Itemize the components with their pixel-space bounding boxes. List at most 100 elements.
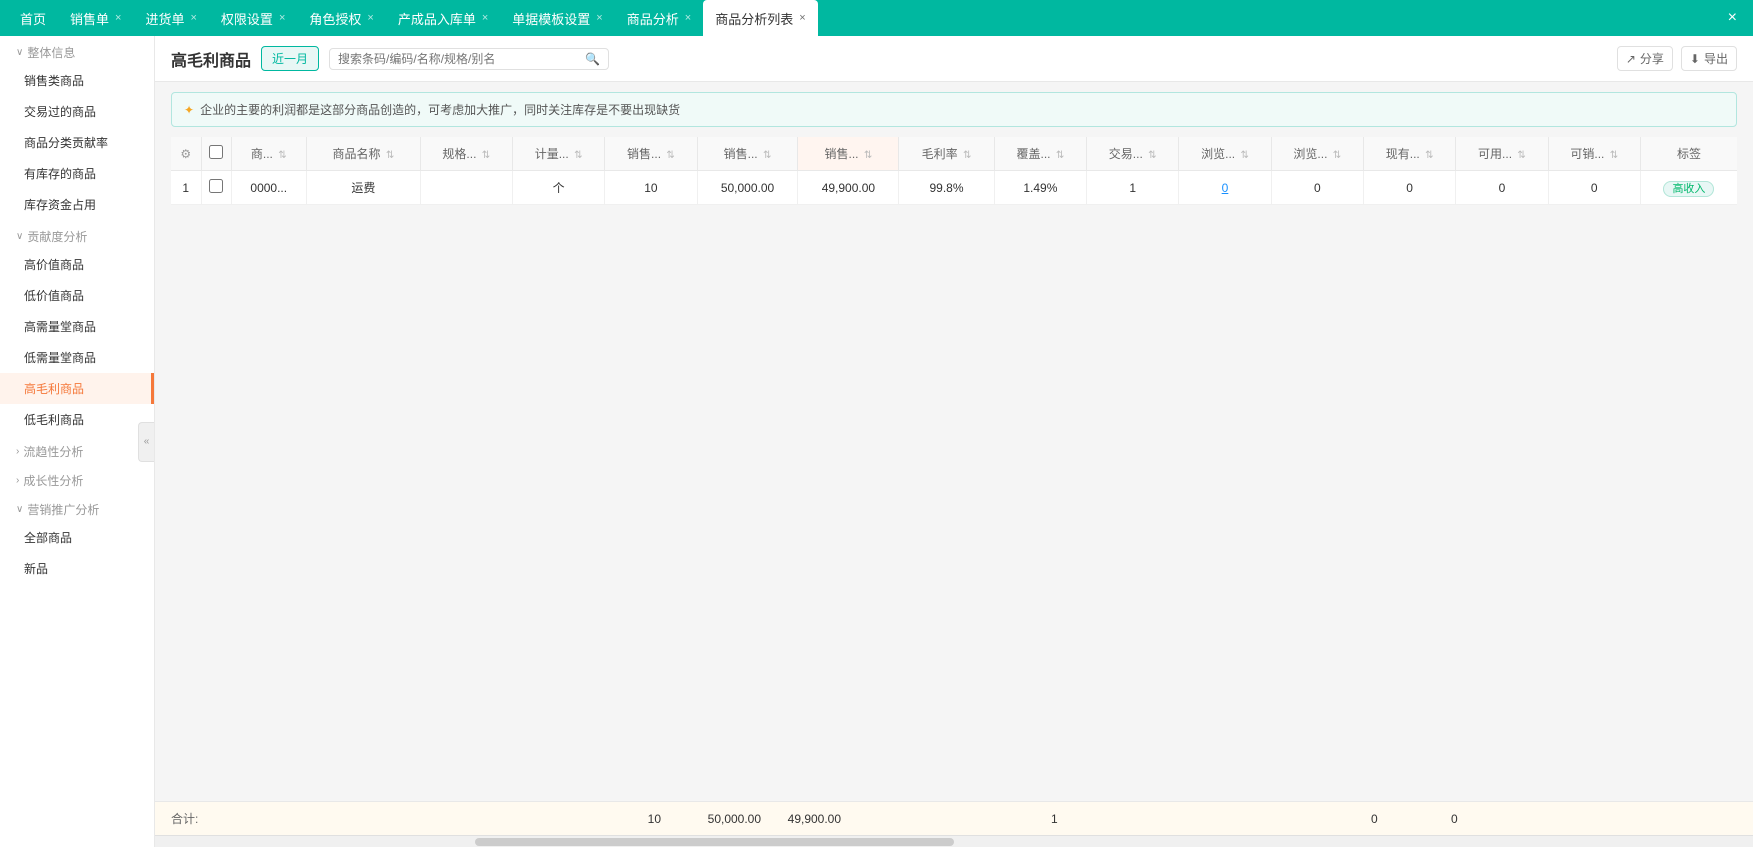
sort-icon-gross-margin: ⇅ [963,150,971,161]
row-transaction: 1 [1087,171,1179,205]
col-gross-margin[interactable]: 毛利率 ⇅ [899,137,994,171]
footer-available: 0 [1334,812,1414,826]
row-browse2: 0 [1271,171,1363,205]
scrollbar-thumb[interactable] [475,838,954,846]
col-sellable[interactable]: 可销... ⇅ [1548,137,1640,171]
sort-icon-current-stock: ⇅ [1425,150,1433,161]
col-sales-qty[interactable]: 销售... ⇅ [605,137,697,171]
col-browse1[interactable]: 浏览... ⇅ [1179,137,1271,171]
share-icon: ↗ [1626,52,1636,66]
sort-icon-browse1: ⇅ [1240,150,1248,161]
col-available[interactable]: 可用... ⇅ [1456,137,1548,171]
sidebar-item-traded-goods[interactable]: 交易过的商品 [0,96,154,127]
footer-label: 合计: [171,810,214,827]
sidebar-collapse-button[interactable]: « [138,422,154,462]
row-gross-margin: 99.8% [899,171,994,205]
sidebar-item-high-value[interactable]: 高价值商品 [0,249,154,280]
export-button[interactable]: ⬇ 导出 [1681,46,1737,71]
col-unit[interactable]: 计量... ⇅ [512,137,604,171]
col-browse2[interactable]: 浏览... ⇅ [1271,137,1363,171]
window-close-button[interactable]: × [1720,9,1745,27]
sidebar-item-low-demand[interactable]: 低需量堂商品 [0,342,154,373]
col-code[interactable]: 商... ⇅ [231,137,307,171]
nav-warehouse[interactable]: 产成品入库单 × [386,0,500,36]
nav-permission[interactable]: 权限设置 × [209,0,297,36]
footer-sellable: 0 [1414,812,1494,826]
search-icon[interactable]: 🔍 [585,52,600,66]
col-spec[interactable]: 规格... ⇅ [420,137,512,171]
sidebar-item-goods-contribution[interactable]: 商品分类贡献率 [0,127,154,158]
row-browse1[interactable]: 0 [1179,171,1271,205]
sidebar-group-trend[interactable]: › 流趋性分析 [0,435,154,464]
col-transaction[interactable]: 交易... ⇅ [1087,137,1179,171]
row-sellable: 0 [1548,171,1640,205]
row-select-checkbox[interactable] [209,179,223,193]
sort-icon-sellable: ⇅ [1610,150,1618,161]
row-sales-amount: 50,000.00 [697,171,798,205]
action-buttons: ↗ 分享 ⬇ 导出 [1617,46,1737,71]
info-icon: ✦ [184,103,194,117]
table-container: ⚙ 商... ⇅ 商品名称 ⇅ [155,137,1753,801]
share-button[interactable]: ↗ 分享 [1617,46,1673,71]
col-settings[interactable]: ⚙ [171,137,201,171]
sidebar-item-low-margin[interactable]: 低毛利商品 [0,404,154,435]
footer-sales-cost: 49,900.00 [774,812,854,826]
sidebar-item-sales-goods[interactable]: 销售类商品 [0,65,154,96]
row-unit: 个 [512,171,604,205]
sidebar-item-high-demand[interactable]: 高需量堂商品 [0,311,154,342]
row-available: 0 [1456,171,1548,205]
sidebar-item-all-goods[interactable]: 全部商品 [0,522,154,553]
nav-analysis[interactable]: 商品分析 × [615,0,703,36]
close-sales-tab[interactable]: × [115,12,121,24]
sidebar-item-high-margin[interactable]: 高毛利商品 [0,373,154,404]
data-table: ⚙ 商... ⇅ 商品名称 ⇅ [171,137,1737,205]
col-current-stock[interactable]: 现有... ⇅ [1363,137,1455,171]
sidebar-item-new-goods[interactable]: 新品 [0,553,154,584]
content-header: 高毛利商品 近一月 🔍 ↗ 分享 ⬇ 导出 [155,36,1753,82]
col-name[interactable]: 商品名称 ⇅ [307,137,421,171]
close-analysis-list-tab[interactable]: × [799,12,805,24]
row-coverage: 1.49% [994,171,1086,205]
close-permission-tab[interactable]: × [279,12,285,24]
sort-icon-sales-qty: ⇅ [666,150,674,161]
footer-totals-bar: 合计: 10 50,000.00 49,900.00 1 0 0 [155,801,1753,835]
col-sales-cost[interactable]: 销售... ⇅ [798,137,899,171]
close-warehouse-tab[interactable]: × [482,12,488,24]
nav-home[interactable]: 首页 [8,0,58,36]
nav-template[interactable]: 单据模板设置 × [500,0,614,36]
row-spec [420,171,512,205]
close-analysis-tab[interactable]: × [685,12,691,24]
sidebar: ∨ 整体信息 销售类商品 交易过的商品 商品分类贡献率 有库存的商品 库存资金占… [0,36,155,847]
filter-recent-month-button[interactable]: 近一月 [261,46,319,71]
sidebar-group-growth[interactable]: › 成长性分析 [0,464,154,493]
collapse-arrow-overall: ∨ [16,47,23,58]
search-box: 🔍 [329,48,609,70]
table-row: 1 0000... 运费 [171,171,1737,205]
nav-sales[interactable]: 销售单 × [58,0,133,36]
collapse-arrow-growth: › [16,475,19,486]
collapse-arrow-marketing: ∨ [16,504,23,515]
horizontal-scrollbar[interactable] [155,835,1753,847]
sidebar-group-profit[interactable]: ∨ 贡献度分析 [0,220,154,249]
nav-purchase[interactable]: 进货单 × [133,0,208,36]
sidebar-item-capital-occupy[interactable]: 库存资金占用 [0,189,154,220]
close-purchase-tab[interactable]: × [190,12,196,24]
select-all-checkbox[interactable] [209,145,223,159]
sidebar-item-in-stock[interactable]: 有库存的商品 [0,158,154,189]
close-role-tab[interactable]: × [367,12,373,24]
sidebar-item-low-value[interactable]: 低价值商品 [0,280,154,311]
nav-role[interactable]: 角色授权 × [297,0,385,36]
row-name: 运费 [307,171,421,205]
column-settings-icon[interactable]: ⚙ [180,147,191,161]
row-no: 1 [171,171,201,205]
sidebar-group-overall[interactable]: ∨ 整体信息 [0,36,154,65]
col-coverage[interactable]: 覆盖... ⇅ [994,137,1086,171]
nav-analysis-list[interactable]: 商品分析列表 × [703,0,817,36]
content-area: 高毛利商品 近一月 🔍 ↗ 分享 ⬇ 导出 ✦ 企业的主要的利润都是这部分商品创… [155,36,1753,847]
sidebar-group-marketing[interactable]: ∨ 营销推广分析 [0,493,154,522]
close-template-tab[interactable]: × [596,12,602,24]
row-checkbox [201,171,231,205]
col-sales-amount[interactable]: 销售... ⇅ [697,137,798,171]
row-current-stock: 0 [1363,171,1455,205]
search-input[interactable] [338,52,585,66]
